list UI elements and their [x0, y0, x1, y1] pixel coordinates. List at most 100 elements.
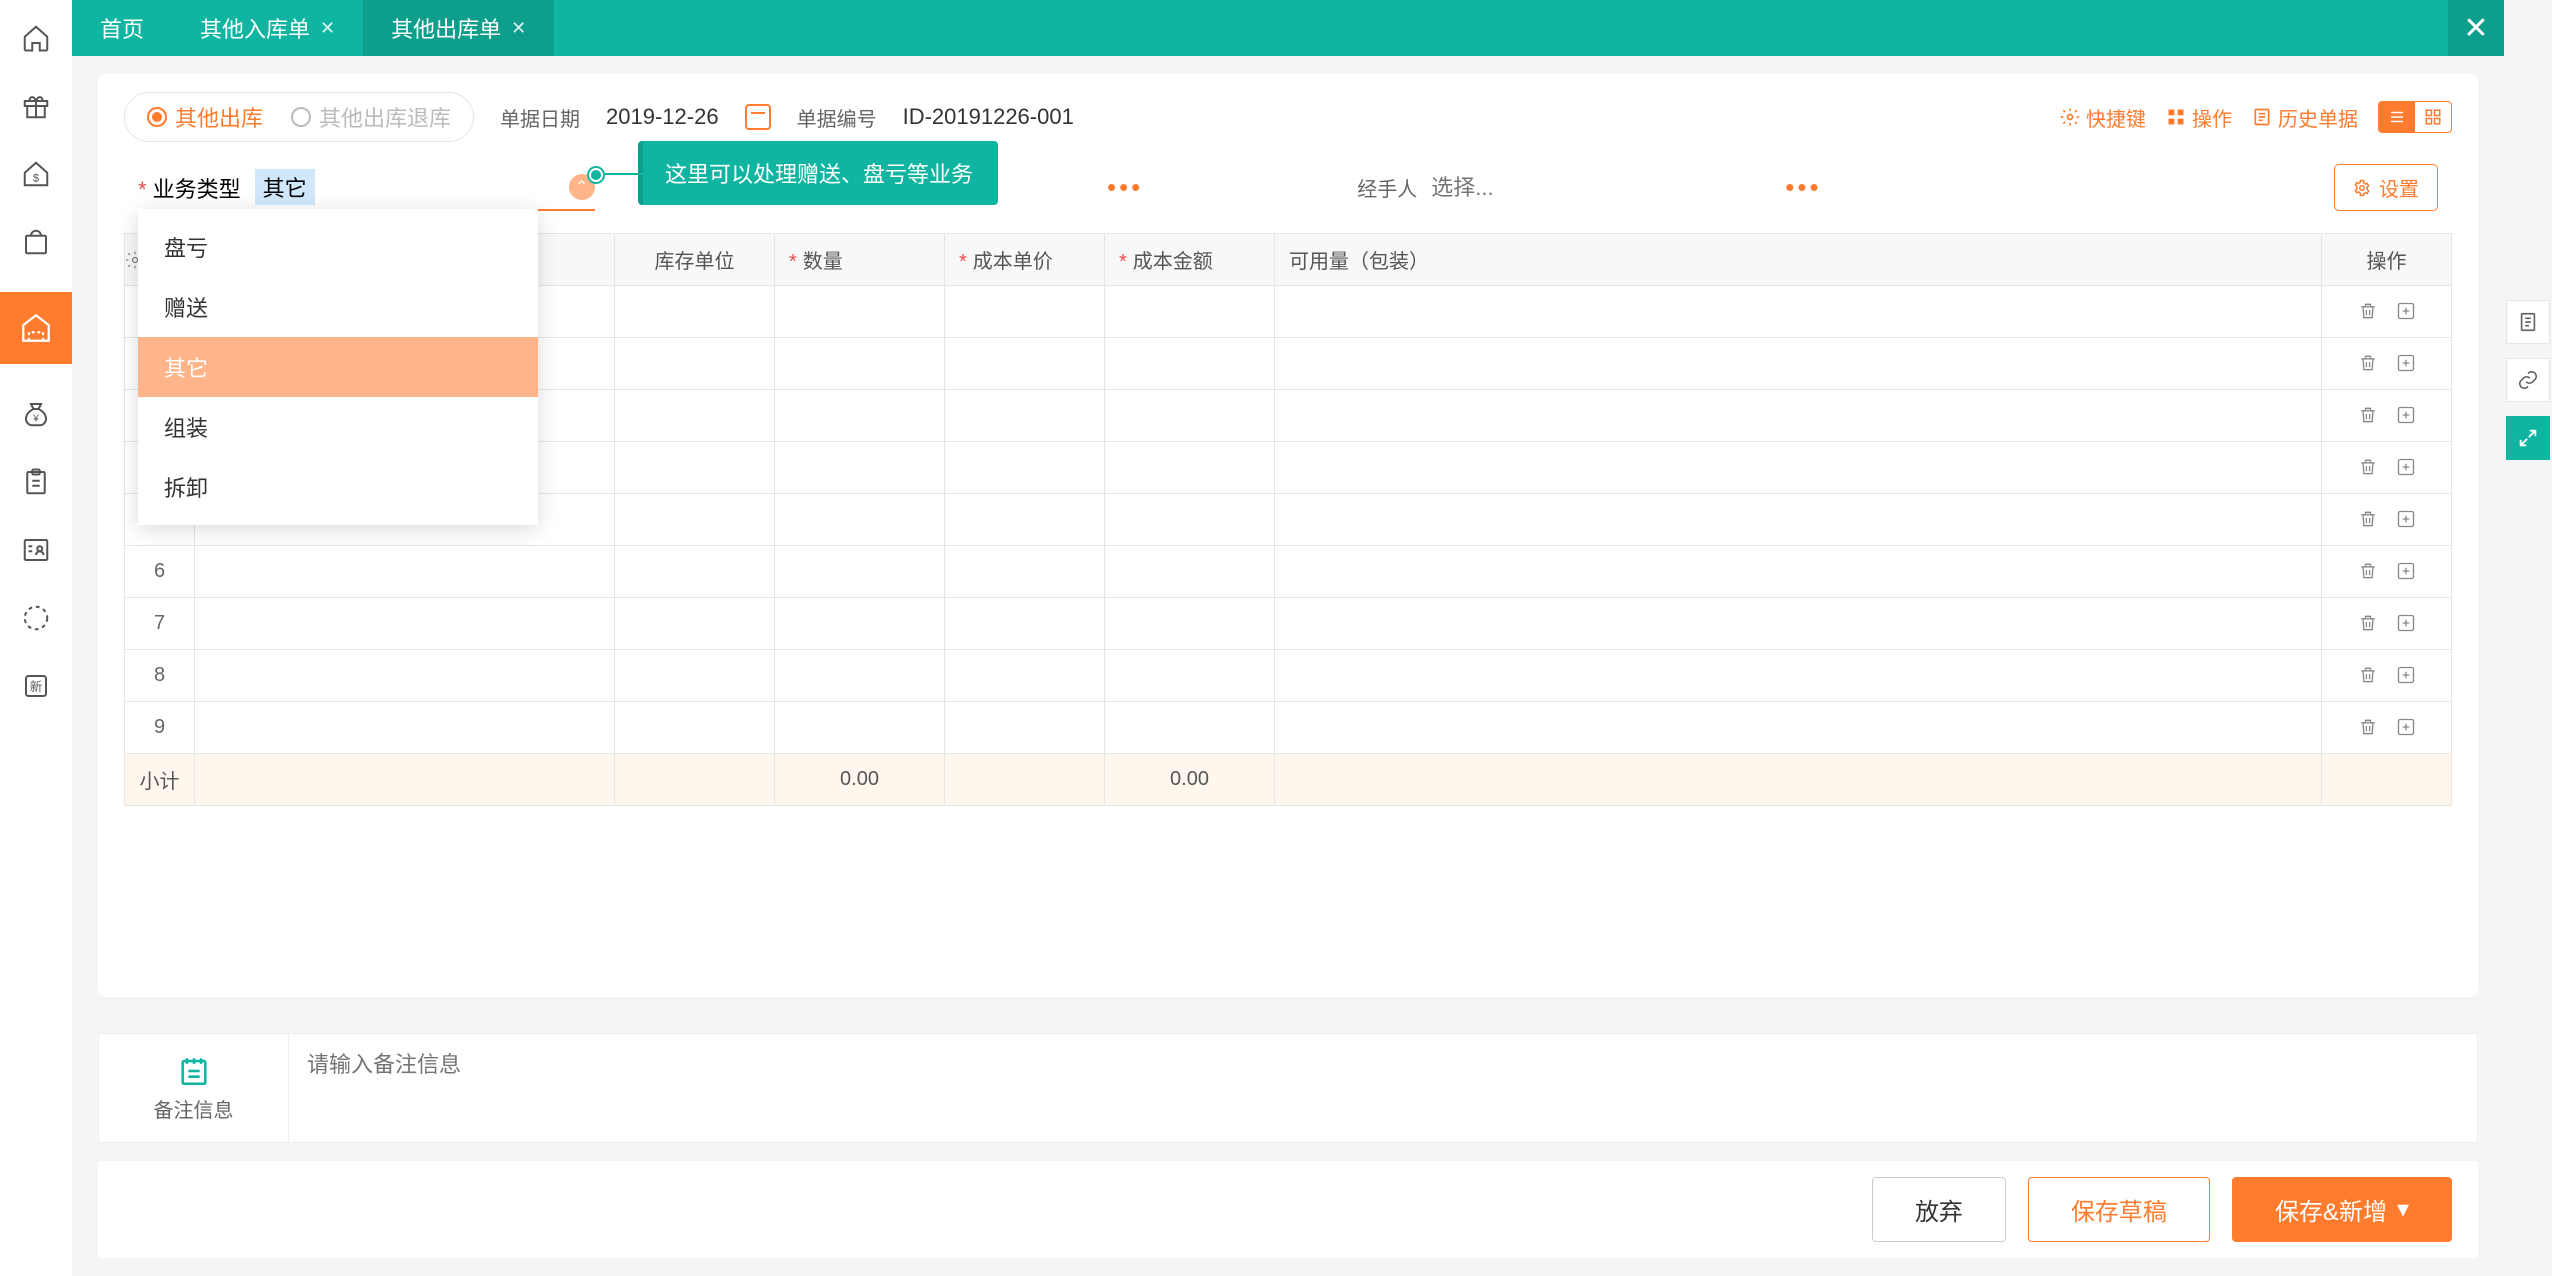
add-row-icon[interactable] — [2391, 296, 2421, 326]
col-available: 可用量（包装） — [1275, 234, 2322, 286]
nav-money-house-icon[interactable]: $ — [18, 156, 54, 192]
table-row[interactable]: 8 — [125, 650, 2452, 702]
hint-tooltip: 这里可以处理赠送、盘亏等业务 — [638, 141, 998, 205]
delete-row-icon[interactable] — [2353, 504, 2383, 534]
add-row-icon[interactable] — [2391, 504, 2421, 534]
col-cost-price: *成本单价 — [945, 234, 1105, 286]
delete-row-icon[interactable] — [2353, 556, 2383, 586]
radio-other-out-label: 其他出库 — [175, 101, 263, 133]
chevron-down-icon: ▾ — [2397, 1195, 2409, 1224]
more-icon[interactable]: ••• — [1785, 172, 1821, 203]
table-row[interactable]: 7 — [125, 598, 2452, 650]
biztype-field: *业务类型 其它 ⌃ 盘亏赠送其它组装拆卸 这里可以处理赠送、盘亏等业务 — [138, 165, 595, 211]
nav-new-icon[interactable]: 新 — [18, 668, 54, 704]
subtotal-row: 小计 0.00 0.00 — [125, 754, 2452, 806]
remarks-input[interactable] — [307, 1052, 2459, 1078]
tabs-close-all-icon[interactable]: ✕ — [2448, 0, 2504, 56]
add-row-icon[interactable] — [2391, 452, 2421, 482]
document-header: 其他出库 其他出库退库 单据日期 2019-12-26 单据编号 ID-2019… — [98, 92, 2478, 158]
save-new-label: 保存&新增 — [2275, 1192, 2387, 1227]
nav-warehouse-icon[interactable] — [0, 292, 72, 364]
nav-contact-icon[interactable] — [18, 532, 54, 568]
settings-button[interactable]: 设置 — [2334, 164, 2438, 211]
operations-button[interactable]: 操作 — [2166, 103, 2232, 132]
biztype-option[interactable]: 赠送 — [138, 277, 538, 337]
page-card: 其他出库 其他出库退库 单据日期 2019-12-26 单据编号 ID-2019… — [98, 74, 2478, 997]
calendar-icon[interactable] — [745, 104, 771, 130]
history-button[interactable]: 历史单据 — [2252, 103, 2358, 132]
close-icon[interactable]: ✕ — [511, 18, 526, 39]
table-row[interactable]: 9 — [125, 702, 2452, 754]
subtotal-amount: 0.00 — [1105, 754, 1275, 806]
notepad-icon — [177, 1054, 211, 1088]
radio-other-out[interactable]: 其他出库 — [147, 101, 263, 133]
radio-other-out-return[interactable]: 其他出库退库 — [291, 101, 451, 133]
handler-input[interactable] — [1431, 175, 1751, 201]
history-label: 历史单据 — [2278, 103, 2358, 132]
biztype-select[interactable]: 其它 ⌃ — [255, 165, 595, 211]
header-actions: 快捷键 操作 历史单据 — [2060, 101, 2452, 133]
tab-other-out-label: 其他出库单 — [391, 12, 501, 44]
tab-other-in[interactable]: 其他入库单✕ — [172, 0, 363, 56]
biztype-option[interactable]: 拆卸 — [138, 457, 538, 517]
biztype-label: *业务类型 — [138, 172, 241, 204]
delete-row-icon[interactable] — [2353, 712, 2383, 742]
view-grid-icon[interactable] — [2415, 102, 2451, 132]
col-actions: 操作 — [2322, 234, 2452, 286]
rail-expand-icon[interactable] — [2506, 416, 2550, 460]
nav-money-bag-icon[interactable]: ¥ — [18, 396, 54, 432]
row-number: 6 — [125, 546, 195, 598]
radio-mark-icon — [291, 107, 311, 127]
operations-label: 操作 — [2192, 103, 2232, 132]
nav-bag-icon[interactable] — [18, 224, 54, 260]
tab-home[interactable]: 首页 — [72, 0, 172, 56]
delete-row-icon[interactable] — [2353, 660, 2383, 690]
doc-date-value: 2019-12-26 — [606, 104, 719, 130]
delete-row-icon[interactable] — [2353, 296, 2383, 326]
more-icon[interactable]: ••• — [1107, 172, 1143, 203]
add-row-icon[interactable] — [2391, 712, 2421, 742]
left-nav: $ ¥ 新 — [0, 0, 72, 1276]
add-row-icon[interactable] — [2391, 608, 2421, 638]
nav-home-icon[interactable] — [18, 20, 54, 56]
settings-label: 设置 — [2379, 173, 2419, 202]
add-row-icon[interactable] — [2391, 660, 2421, 690]
close-icon[interactable]: ✕ — [320, 18, 335, 39]
view-list-icon[interactable] — [2379, 102, 2415, 132]
delete-row-icon[interactable] — [2353, 608, 2383, 638]
nav-gift-icon[interactable] — [18, 88, 54, 124]
discard-button[interactable]: 放弃 — [1872, 1177, 2006, 1242]
save-draft-label: 保存草稿 — [2071, 1199, 2167, 1226]
biztype-option[interactable]: 组装 — [138, 397, 538, 457]
delete-row-icon[interactable] — [2353, 452, 2383, 482]
svg-text:¥: ¥ — [32, 414, 39, 425]
biztype-option[interactable]: 盘亏 — [138, 217, 538, 277]
tab-bar: 首页 其他入库单✕ 其他出库单 ✕ ✕ — [72, 0, 2504, 56]
save-new-button[interactable]: 保存&新增 ▾ — [2232, 1177, 2452, 1242]
rail-doc-icon[interactable] — [2506, 300, 2550, 344]
row-number: 9 — [125, 702, 195, 754]
rail-link-icon[interactable] — [2506, 358, 2550, 402]
doc-no-value: ID-20191226-001 — [903, 104, 1074, 130]
subtotal-qty: 0.00 — [775, 754, 945, 806]
tab-other-out[interactable]: 其他出库单 ✕ — [363, 0, 554, 56]
remarks-label: 备注信息 — [154, 1094, 234, 1123]
add-row-icon[interactable] — [2391, 348, 2421, 378]
nav-clipboard-icon[interactable] — [18, 464, 54, 500]
add-row-icon[interactable] — [2391, 556, 2421, 586]
nav-sync-icon[interactable] — [18, 600, 54, 636]
save-draft-button[interactable]: 保存草稿 — [2028, 1177, 2210, 1242]
table-row[interactable]: 6 — [125, 546, 2452, 598]
delete-row-icon[interactable] — [2353, 400, 2383, 430]
col-qty: *数量 — [775, 234, 945, 286]
col-cost-amount: *成本金额 — [1105, 234, 1275, 286]
right-rail — [2504, 0, 2552, 1276]
shortcut-button[interactable]: 快捷键 — [2060, 103, 2146, 132]
delete-row-icon[interactable] — [2353, 348, 2383, 378]
biztype-option[interactable]: 其它 — [138, 337, 538, 397]
svg-text:新: 新 — [30, 679, 43, 694]
view-toggle — [2378, 101, 2452, 133]
remarks-label-block: 备注信息 — [99, 1034, 289, 1142]
add-row-icon[interactable] — [2391, 400, 2421, 430]
shortcut-label: 快捷键 — [2086, 103, 2146, 132]
